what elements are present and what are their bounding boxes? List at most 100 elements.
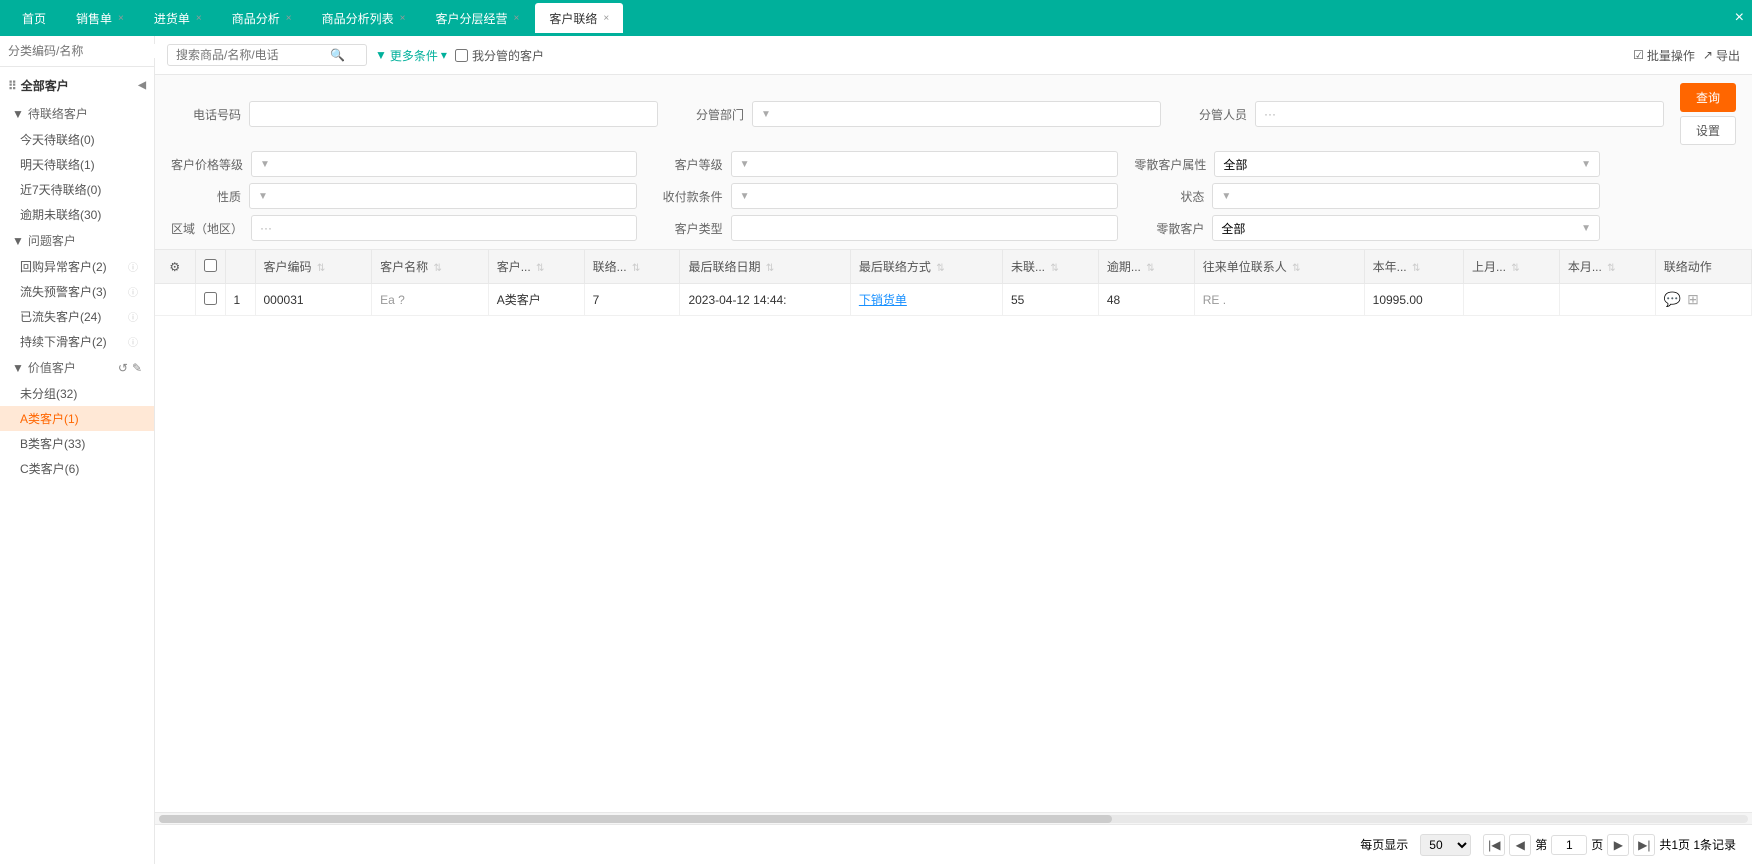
contact-column-header[interactable]: 联络... ⇅: [584, 250, 680, 284]
not-contacted-column-header[interactable]: 未联... ⇅: [1002, 250, 1098, 284]
unit-contacts-col-label: 往来单位联系人: [1203, 260, 1287, 274]
last-contact-date-column-header[interactable]: 最后联络日期 ⇅: [680, 250, 850, 284]
sidebar-item-tomorrow-contact[interactable]: 明天待联络(1): [0, 152, 154, 177]
tab-customer-tier-close[interactable]: ×: [513, 13, 519, 24]
customer-level-dropdown[interactable]: ▼: [731, 151, 1119, 177]
value-section-label: 价值客户: [28, 359, 76, 376]
last-contact-method-column-header[interactable]: 最后联络方式 ⇅: [850, 250, 1002, 284]
tab-purchase[interactable]: 进货单 ×: [140, 3, 216, 33]
sidebar-item-ungrouped[interactable]: 未分组(32): [0, 381, 154, 406]
person-label: 分管人员: [1177, 106, 1247, 123]
tab-customer-contact[interactable]: 客户联络 ×: [535, 3, 623, 33]
sidebar-problem-section[interactable]: ▼ 问题客户: [0, 227, 154, 254]
sidebar-all-customers[interactable]: ⠿ 全部客户 ◀: [0, 71, 154, 100]
customer-level-arrow: ▼: [740, 159, 750, 170]
row-message-icon[interactable]: 💬: [1664, 291, 1681, 308]
sidebar-item-abnormal-repurchase[interactable]: 回购异常客户(2) ⓘ: [0, 254, 154, 279]
this-month-column-header[interactable]: 本月... ⇅: [1559, 250, 1655, 284]
horizontal-scrollbar[interactable]: [155, 812, 1752, 824]
search-input[interactable]: [176, 48, 326, 62]
close-all-button[interactable]: ×: [1735, 9, 1744, 27]
tab-sales[interactable]: 销售单 ×: [62, 3, 138, 33]
export-button[interactable]: ↗ 导出: [1703, 47, 1740, 64]
this-year-column-header[interactable]: 本年... ⇅: [1364, 250, 1463, 284]
sidebar-item-class-b[interactable]: B类客户(33): [0, 431, 154, 456]
retail-customer-arrow: ▼: [1581, 223, 1591, 234]
tab-home[interactable]: 首页: [8, 3, 60, 33]
row-checkbox[interactable]: [204, 292, 217, 305]
edit-icon[interactable]: ✎: [132, 361, 142, 375]
tab-customer-contact-close[interactable]: ×: [603, 13, 609, 24]
set-button[interactable]: 设置: [1680, 116, 1736, 145]
retail-attr-dropdown[interactable]: 全部 ▼: [1214, 151, 1600, 177]
tab-product-analysis-list[interactable]: 商品分析列表 ×: [308, 3, 420, 33]
arrow-down-icon: ▼: [12, 234, 24, 248]
customer-type-input[interactable]: [731, 215, 1119, 241]
batch-op-button[interactable]: ☑ 批量操作: [1633, 47, 1695, 64]
sidebar-item-class-c[interactable]: C类客户(6): [0, 456, 154, 481]
tab-purchase-close[interactable]: ×: [196, 13, 202, 24]
page-number-input[interactable]: [1551, 835, 1587, 855]
sidebar-item-lost-customers[interactable]: 已流失客户(24) ⓘ: [0, 304, 154, 329]
tab-product-analysis-list-close[interactable]: ×: [400, 13, 406, 24]
collapse-icon[interactable]: ◀: [138, 80, 146, 91]
info-icon-4: ⓘ: [128, 334, 138, 349]
payment-dropdown[interactable]: ▼: [731, 183, 1119, 209]
per-page-select[interactable]: 50 100 200: [1420, 834, 1471, 856]
overdue-column-header[interactable]: 逾期... ⇅: [1098, 250, 1194, 284]
sidebar-item-today-contact[interactable]: 今天待联络(0): [0, 127, 154, 152]
person-more-btn[interactable]: ···: [1264, 107, 1276, 121]
first-page-button[interactable]: |◀: [1483, 834, 1505, 856]
select-all-checkbox[interactable]: [204, 259, 217, 272]
retail-customer-dropdown[interactable]: 全部 ▼: [1212, 215, 1600, 241]
last-month-column-header[interactable]: 上月... ⇅: [1463, 250, 1559, 284]
tab-customer-tier[interactable]: 客户分层经营 ×: [421, 3, 533, 33]
type-column-header[interactable]: 客户... ⇅: [488, 250, 584, 284]
row-grid-icon[interactable]: ⊞: [1687, 291, 1699, 308]
price-level-dropdown[interactable]: ▼: [251, 151, 637, 177]
row-unit-contacts-cell: RE .: [1194, 284, 1364, 316]
sidebar-search-input[interactable]: [8, 44, 163, 58]
row-name-cell: Ea ?: [372, 284, 489, 316]
dept-dropdown[interactable]: ▼: [752, 101, 1161, 127]
tab-product-analysis[interactable]: 商品分析 ×: [218, 3, 306, 33]
last-page-button[interactable]: ▶|: [1633, 834, 1655, 856]
phone-input[interactable]: [249, 101, 658, 127]
my-customers-filter: 我分管的客户: [455, 47, 544, 64]
code-column-header[interactable]: 客户编码 ⇅: [255, 250, 372, 284]
sidebar-item-7days-contact[interactable]: 近7天待联络(0): [0, 177, 154, 202]
tab-home-label: 首页: [22, 10, 46, 27]
row-type-cell: A类客户: [488, 284, 584, 316]
sidebar-item-overdue-contact[interactable]: 逾期未联络(30): [0, 202, 154, 227]
row-action-buttons: 💬 ⊞: [1664, 291, 1743, 308]
scrollbar-thumb[interactable]: [159, 815, 1112, 823]
search-bar-icon[interactable]: 🔍: [330, 48, 345, 62]
price-level-label: 客户价格等级: [171, 156, 243, 173]
batch-op-icon: ☑: [1633, 48, 1644, 62]
prev-page-button[interactable]: ◀: [1509, 834, 1531, 856]
sidebar-item-declining-customers[interactable]: 持续下滑客户(2) ⓘ: [0, 329, 154, 354]
gear-column-header[interactable]: ⚙: [155, 250, 195, 284]
tab-product-analysis-close[interactable]: ×: [286, 13, 292, 24]
not-contacted-col-label: 未联...: [1011, 260, 1045, 274]
row-overdue-cell: 48: [1098, 284, 1194, 316]
name-column-header[interactable]: 客户名称 ⇅: [372, 250, 489, 284]
refresh-icon[interactable]: ↺: [118, 361, 128, 375]
next-page-button[interactable]: ▶: [1607, 834, 1629, 856]
status-dropdown[interactable]: ▼: [1212, 183, 1600, 209]
person-input[interactable]: ···: [1255, 101, 1664, 127]
tab-sales-close[interactable]: ×: [118, 13, 124, 24]
region-more-btn[interactable]: ···: [260, 221, 272, 235]
my-customers-checkbox[interactable]: [455, 49, 468, 62]
query-button[interactable]: 查询: [1680, 83, 1736, 112]
sidebar-tree: ⠿ 全部客户 ◀ ▼ 待联络客户 今天待联络(0) 明天待联络(1) 近7天待联…: [0, 67, 154, 864]
region-input[interactable]: ···: [251, 215, 637, 241]
sidebar-item-loss-warning[interactable]: 流失预警客户(3) ⓘ: [0, 279, 154, 304]
more-filters-button[interactable]: ▼ 更多条件 ▾: [375, 47, 447, 64]
sidebar-pending-section[interactable]: ▼ 待联络客户: [0, 100, 154, 127]
contact-sort-icon: ⇅: [632, 263, 640, 274]
unit-contacts-column-header[interactable]: 往来单位联系人 ⇅: [1194, 250, 1364, 284]
row-last-method[interactable]: 下销货单: [859, 293, 907, 307]
sidebar-item-class-a[interactable]: A类客户(1): [0, 406, 154, 431]
nature-dropdown[interactable]: ▼: [249, 183, 637, 209]
